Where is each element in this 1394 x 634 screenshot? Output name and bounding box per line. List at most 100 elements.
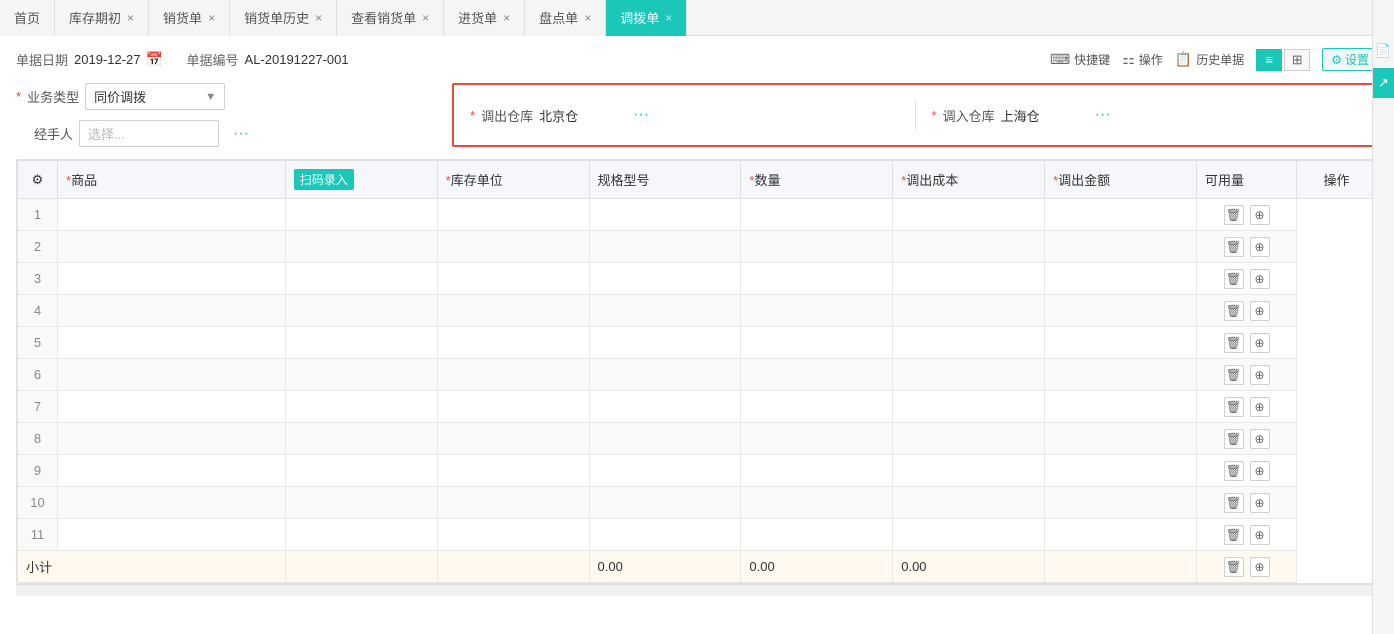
number-field: 单据编号 AL-20191227-001 — [187, 50, 349, 69]
tab-home[interactable]: 首页 — [0, 0, 55, 36]
copy-row-icon[interactable]: ⊕ — [1250, 397, 1270, 417]
subtotal-amount: 0.00 — [893, 551, 1045, 583]
person-more-icon[interactable]: ··· — [233, 125, 249, 143]
delete-row-icon[interactable]: 🗑 — [1224, 461, 1244, 481]
scan-entry-btn[interactable]: 扫码录入 — [294, 169, 354, 190]
in-warehouse-field: * 调入仓库 上海仓 ··· — [932, 106, 1361, 125]
copy-row-icon[interactable]: ⊕ — [1250, 493, 1270, 513]
main-content: 单据日期 2019-12-27 📅 单据编号 AL-20191227-001 ⌨… — [0, 36, 1394, 608]
delete-row-icon[interactable]: 🗑 — [1224, 493, 1244, 513]
sidebar-export-icon[interactable]: ↗ — [1373, 68, 1394, 98]
subtotal-cost: 0.00 — [741, 551, 893, 583]
table-row: 3 🗑 ⊕ — [18, 263, 1377, 295]
delete-row-icon[interactable]: 🗑 — [1224, 525, 1244, 545]
business-type-field: * 业务类型 同价调拨 ▼ — [16, 83, 436, 110]
subtotal-row: 小计0.000.000.00 🗑 ⊕ — [18, 551, 1377, 583]
warehouse-form: * 调出仓库 北京仓 ··· * 调入仓库 上海仓 ··· — [452, 83, 1378, 147]
delete-row-icon[interactable]: 🗑 — [1224, 237, 1244, 257]
close-purchase[interactable]: × — [503, 11, 510, 25]
delete-row-icon[interactable]: 🗑 — [1224, 269, 1244, 289]
close-inventory-initial[interactable]: × — [127, 11, 134, 25]
close-sales-history[interactable]: × — [315, 11, 322, 25]
warehouse-divider — [915, 100, 916, 130]
column-amount: *调出金额 — [1045, 161, 1197, 199]
tab-purchase[interactable]: 进货单 × — [444, 0, 525, 36]
subtotal-label: 小计 — [18, 551, 286, 583]
table-row: 11 🗑 ⊕ — [18, 519, 1377, 551]
person-select[interactable]: 选择... — [79, 120, 219, 147]
out-warehouse-field: * 调出仓库 北京仓 ··· — [470, 106, 899, 125]
person-field: 经手人 选择... ··· — [16, 120, 436, 147]
horizontal-scrollbar[interactable] — [16, 584, 1378, 596]
operations-btn[interactable]: ⚏ 操作 — [1122, 51, 1163, 68]
history-btn[interactable]: 📋 历史单据 — [1175, 51, 1244, 68]
copy-row-icon[interactable]: ⊕ — [1250, 333, 1270, 353]
form-left: * 业务类型 同价调拨 ▼ 经手人 选择... ··· — [16, 83, 436, 147]
copy-row-icon[interactable]: ⊕ — [1250, 301, 1270, 321]
copy-row-icon[interactable]: ⊕ — [1250, 365, 1270, 385]
tab-inventory-initial[interactable]: 库存期初 × — [55, 0, 149, 36]
list-view-btn[interactable]: ≡ — [1256, 49, 1282, 71]
column-actions: 操作 — [1297, 161, 1377, 199]
delete-row-icon[interactable]: 🗑 — [1224, 205, 1244, 225]
settings-icon: ⚙ — [1331, 53, 1342, 67]
out-warehouse-more-icon[interactable]: ··· — [633, 106, 649, 124]
copy-row-icon[interactable]: ⊕ — [1250, 525, 1270, 545]
delete-row-icon[interactable]: 🗑 — [1224, 333, 1244, 353]
table-row: 8 🗑 ⊕ — [18, 423, 1377, 455]
delete-row-icon[interactable]: 🗑 — [1224, 429, 1244, 449]
shortcuts-btn[interactable]: ⌨ 快捷键 — [1050, 51, 1110, 68]
view-toggle: ≡ ⊞ — [1256, 49, 1310, 71]
column-scan: 扫码录入 — [285, 161, 437, 199]
copy-row-icon[interactable]: ⊕ — [1250, 269, 1270, 289]
tab-sales-history[interactable]: 销货单历史 × — [230, 0, 337, 36]
table-row: 7 🗑 ⊕ — [18, 391, 1377, 423]
sidebar-notes-icon[interactable]: 📄 — [1373, 36, 1394, 66]
column-gear[interactable]: ⚙ — [18, 161, 58, 199]
column-product: *商品 — [58, 161, 286, 199]
right-sidebar: 📄 ↗ — [1372, 0, 1394, 634]
tab-inventory-check[interactable]: 盘点单 × — [525, 0, 606, 36]
table-row: 2 🗑 ⊕ — [18, 231, 1377, 263]
copy-row-icon[interactable]: ⊕ — [1250, 237, 1270, 257]
delete-row-icon[interactable]: 🗑 — [1224, 557, 1244, 577]
form-section: * 业务类型 同价调拨 ▼ 经手人 选择... ··· * 调出仓库 — [16, 83, 1378, 147]
business-type-select[interactable]: 同价调拨 ▼ — [85, 83, 225, 110]
close-sales-order[interactable]: × — [208, 11, 215, 25]
close-transfer[interactable]: × — [665, 11, 672, 25]
copy-row-icon[interactable]: ⊕ — [1250, 429, 1270, 449]
column-cost: *调出成本 — [893, 161, 1045, 199]
shortcuts-icon: ⌨ — [1050, 51, 1070, 68]
toolbar-right: ⌨ 快捷键 ⚏ 操作 📋 历史单据 ≡ ⊞ ⚙ 设置 — [1050, 48, 1378, 71]
calendar-icon[interactable]: 📅 — [147, 52, 163, 68]
column-spec: 规格型号 — [589, 161, 741, 199]
table-row: 1 🗑 ⊕ — [18, 199, 1377, 231]
copy-row-icon[interactable]: ⊕ — [1250, 205, 1270, 225]
history-icon: 📋 — [1175, 51, 1192, 68]
table-row: 5 🗑 ⊕ — [18, 327, 1377, 359]
subtotal-quantity: 0.00 — [589, 551, 741, 583]
table-row: 10 🗑 ⊕ — [18, 487, 1377, 519]
tab-bar: 首页 库存期初 × 销货单 × 销货单历史 × 查看销货单 × 进货单 × 盘点… — [0, 0, 1394, 36]
operations-icon: ⚏ — [1122, 51, 1135, 68]
tab-transfer[interactable]: 调拨单 × — [606, 0, 687, 36]
table-row: 9 🗑 ⊕ — [18, 455, 1377, 487]
grid-view-btn[interactable]: ⊞ — [1284, 49, 1310, 71]
column-unit: *库存单位 — [437, 161, 589, 199]
table-row: 4 🗑 ⊕ — [18, 295, 1377, 327]
settings-btn[interactable]: ⚙ 设置 — [1322, 48, 1378, 71]
tab-view-sales[interactable]: 查看销货单 × — [337, 0, 444, 36]
copy-row-icon[interactable]: ⊕ — [1250, 557, 1270, 577]
delete-row-icon[interactable]: 🗑 — [1224, 365, 1244, 385]
copy-row-icon[interactable]: ⊕ — [1250, 461, 1270, 481]
column-quantity: *数量 — [741, 161, 893, 199]
tab-sales-order[interactable]: 销货单 × — [149, 0, 230, 36]
close-view-sales[interactable]: × — [422, 11, 429, 25]
column-available: 可用量 — [1197, 161, 1297, 199]
close-inventory-check[interactable]: × — [584, 11, 591, 25]
table-row: 6 🗑 ⊕ — [18, 359, 1377, 391]
table-header: ⚙ *商品 扫码录入 *库存单位 规格型号 *数量 *调出成本 — [18, 161, 1377, 199]
delete-row-icon[interactable]: 🗑 — [1224, 301, 1244, 321]
in-warehouse-more-icon[interactable]: ··· — [1095, 106, 1111, 124]
delete-row-icon[interactable]: 🗑 — [1224, 397, 1244, 417]
